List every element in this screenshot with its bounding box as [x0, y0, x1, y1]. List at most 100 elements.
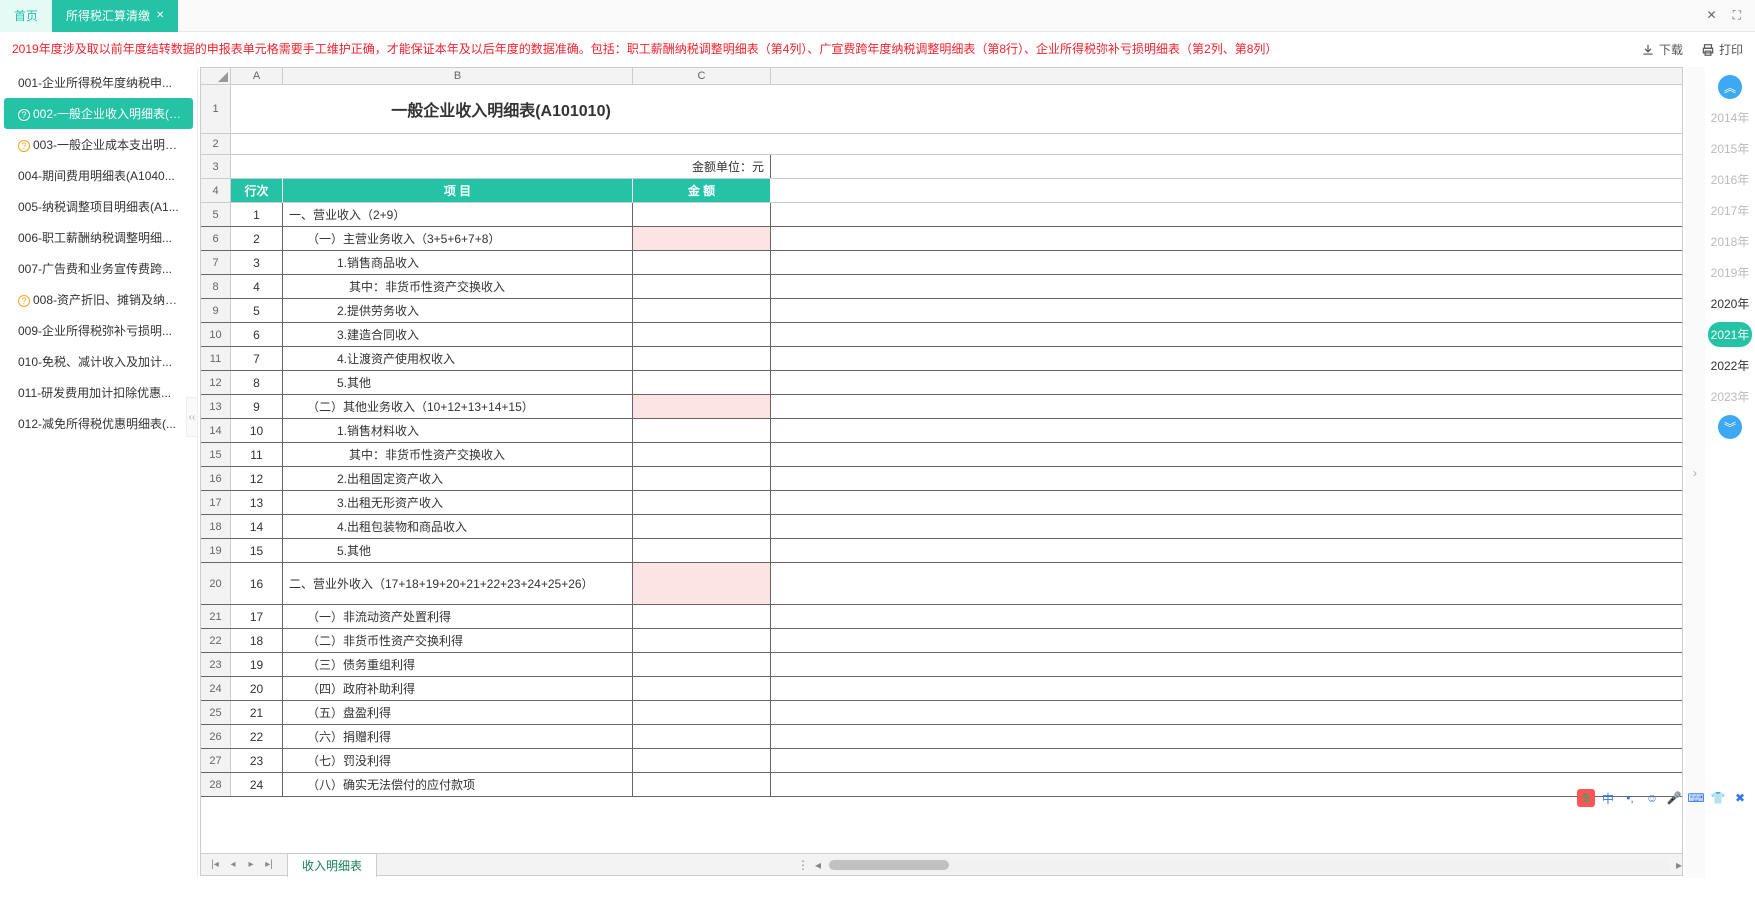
year-2021年[interactable]: 2021年 [1708, 322, 1752, 347]
item-cell[interactable]: 2.出租固定资产收入 [283, 467, 633, 490]
row-header[interactable]: 18 [201, 515, 231, 538]
sidebar-item-8[interactable]: ?008-资产折旧、摊销及纳税... [0, 284, 197, 315]
row-header[interactable]: 26 [201, 725, 231, 748]
sheet-nav-last[interactable]: ▸| [261, 859, 277, 870]
seq-cell[interactable]: 7 [231, 347, 283, 370]
row-header[interactable]: 13 [201, 395, 231, 418]
year-2020年[interactable]: 2020年 [1708, 291, 1752, 316]
amount-cell[interactable] [633, 701, 771, 724]
hscroll-right[interactable]: ▸ [1676, 858, 1682, 872]
split-handle[interactable]: ⋮ [797, 858, 809, 872]
amount-cell[interactable] [633, 299, 771, 322]
seq-cell[interactable]: 13 [231, 491, 283, 514]
unit-text[interactable]: 金额单位：元 [231, 155, 771, 178]
sidebar-item-4[interactable]: 004-期间费用明细表(A1040... [0, 160, 197, 191]
year-2022年[interactable]: 2022年 [1708, 353, 1752, 378]
row-header[interactable]: 5 [201, 203, 231, 226]
amount-cell[interactable] [633, 443, 771, 466]
item-cell[interactable]: （一）主营业务收入（3+5+6+7+8） [283, 227, 633, 250]
ime-tool-icon[interactable]: ✖ [1731, 789, 1749, 807]
sheet-nav-first[interactable]: |◂ [207, 859, 223, 870]
print-button[interactable]: 打印 [1701, 41, 1743, 58]
seq-cell[interactable]: 12 [231, 467, 283, 490]
sidebar-item-2[interactable]: ?002-一般企业收入明细表(A1... [4, 98, 193, 129]
hdr-seq[interactable]: 行次 [231, 179, 283, 202]
seq-cell[interactable]: 21 [231, 701, 283, 724]
item-cell[interactable]: 2.提供劳务收入 [283, 299, 633, 322]
item-cell[interactable]: （二）非货币性资产交换利得 [283, 629, 633, 652]
row-header[interactable]: 11 [201, 347, 231, 370]
row-header[interactable]: 23 [201, 653, 231, 676]
sogou-icon[interactable]: S [1577, 789, 1595, 807]
ime-lang-icon[interactable]: 中 [1599, 789, 1617, 807]
item-cell[interactable]: （六）捐赠利得 [283, 725, 633, 748]
sidebar-item-9[interactable]: 009-企业所得税弥补亏损明... [0, 315, 197, 346]
ime-skin-icon[interactable]: 👕 [1709, 789, 1727, 807]
seq-cell[interactable]: 16 [231, 563, 283, 604]
row-header[interactable]: 17 [201, 491, 231, 514]
item-cell[interactable]: （一）非流动资产处置利得 [283, 605, 633, 628]
item-cell[interactable]: 4.出租包装物和商品收入 [283, 515, 633, 538]
seq-cell[interactable]: 22 [231, 725, 283, 748]
fullscreen-icon[interactable]: ⛶ [1733, 8, 1741, 23]
item-cell[interactable]: （四）政府补助利得 [283, 677, 633, 700]
item-cell[interactable]: （七）罚没利得 [283, 749, 633, 772]
sidebar-collapse-handle[interactable]: ‹‹ [186, 397, 198, 437]
item-cell[interactable]: 1.销售商品收入 [283, 251, 633, 274]
item-cell[interactable]: （五）盘盈利得 [283, 701, 633, 724]
sheet-nav-next[interactable]: ▸ [243, 859, 259, 870]
row-header[interactable]: 6 [201, 227, 231, 250]
sheet-nav-prev[interactable]: ◂ [225, 859, 241, 870]
amount-cell[interactable] [633, 563, 771, 604]
amount-cell[interactable] [633, 605, 771, 628]
col-header-c[interactable]: C [633, 68, 771, 84]
amount-cell[interactable] [633, 371, 771, 394]
row-header[interactable]: 8 [201, 275, 231, 298]
sidebar-item-7[interactable]: 007-广告费和业务宣传费跨... [0, 253, 197, 284]
row-header[interactable]: 19 [201, 539, 231, 562]
row-header[interactable]: 7 [201, 251, 231, 274]
item-cell[interactable]: （二）其他业务收入（10+12+13+14+15） [283, 395, 633, 418]
row-header[interactable]: 3 [201, 155, 231, 178]
item-cell[interactable]: 其中：非货币性资产交换收入 [283, 443, 633, 466]
row-header[interactable]: 2 [201, 134, 231, 154]
amount-cell[interactable] [633, 653, 771, 676]
hscroll-thumb[interactable] [829, 860, 949, 870]
year-scroll-up[interactable]: ︽ [1718, 75, 1742, 99]
amount-cell[interactable] [633, 467, 771, 490]
row-header[interactable]: 14 [201, 419, 231, 442]
row-header[interactable]: 10 [201, 323, 231, 346]
ime-emoji-icon[interactable]: ☺ [1643, 789, 1661, 807]
item-cell[interactable]: 4.让渡资产使用权收入 [283, 347, 633, 370]
item-cell[interactable]: 3.出租无形资产收入 [283, 491, 633, 514]
amount-cell[interactable] [633, 419, 771, 442]
item-cell[interactable]: 1.销售材料收入 [283, 419, 633, 442]
sidebar-item-3[interactable]: ?003-一般企业成本支出明细... [0, 129, 197, 160]
close-window-icon[interactable]: ✕ [1707, 8, 1717, 23]
seq-cell[interactable]: 11 [231, 443, 283, 466]
seq-cell[interactable]: 14 [231, 515, 283, 538]
seq-cell[interactable]: 6 [231, 323, 283, 346]
tab-income-tax[interactable]: 所得税汇算清缴 ✕ [52, 0, 178, 32]
col-header-a[interactable]: A [231, 68, 283, 84]
row-header[interactable]: 24 [201, 677, 231, 700]
item-cell[interactable]: 5.其他 [283, 539, 633, 562]
row-header[interactable]: 25 [201, 701, 231, 724]
sidebar-item-12[interactable]: 012-减免所得税优惠明细表(... [0, 408, 197, 439]
grid-body[interactable]: 1一般企业收入明细表(A101010)223金额单位：元4行次项 目金 额51一… [201, 85, 1682, 853]
tab-home[interactable]: 首页 [0, 0, 52, 32]
row-header[interactable]: 9 [201, 299, 231, 322]
row-header[interactable]: 12 [201, 371, 231, 394]
amount-cell[interactable] [633, 347, 771, 370]
col-header-b[interactable]: B [283, 68, 633, 84]
item-cell[interactable]: （八）确实无法偿付的应付款项 [283, 773, 633, 796]
row-header[interactable]: 27 [201, 749, 231, 772]
download-button[interactable]: 下载 [1641, 41, 1683, 58]
seq-cell[interactable]: 17 [231, 605, 283, 628]
amount-cell[interactable] [633, 227, 771, 250]
item-cell[interactable]: 其中：非货币性资产交换收入 [283, 275, 633, 298]
item-cell[interactable]: 3.建造合同收入 [283, 323, 633, 346]
right-expand-handle[interactable]: › [1685, 67, 1705, 878]
amount-cell[interactable] [633, 677, 771, 700]
amount-cell[interactable] [633, 773, 771, 796]
